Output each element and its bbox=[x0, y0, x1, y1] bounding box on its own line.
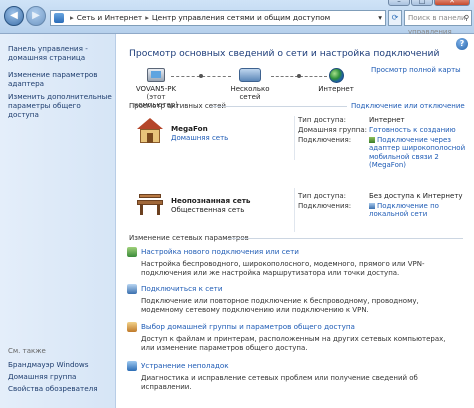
breadcrumb-current[interactable]: Центр управления сетями и общим доступом bbox=[152, 13, 330, 22]
computer-name: VOVAN5-PK bbox=[135, 85, 177, 93]
search-input[interactable]: Поиск в панели управления ⚲ bbox=[404, 10, 472, 36]
forward-button[interactable]: ▶ bbox=[26, 6, 46, 26]
connections-label: Подключения: bbox=[298, 136, 352, 144]
homegroup-icon bbox=[127, 322, 137, 332]
home-group-label: Домашняя группа: bbox=[298, 126, 368, 134]
sidebar-link-internet-options[interactable]: Свойства обозревателя bbox=[8, 384, 112, 393]
sidebar-link-adapter[interactable]: Изменение параметров адаптера bbox=[8, 70, 112, 88]
search-icon[interactable]: ⚲ bbox=[464, 11, 469, 25]
task-description: Доступ к файлам и принтерам, расположенн… bbox=[141, 335, 446, 352]
divider bbox=[227, 238, 463, 239]
sidebar-link-firewall[interactable]: Брандмауэр Windows bbox=[8, 360, 112, 369]
public-network-icon bbox=[137, 194, 163, 216]
help-icon[interactable]: ? bbox=[456, 38, 468, 50]
window-controls: – □ ✕ bbox=[388, 0, 470, 6]
task-homegroup: Выбор домашней группы и параметров общег… bbox=[127, 322, 461, 353]
task-description: Диагностика и исправление сетевых пробле… bbox=[141, 374, 418, 391]
close-button[interactable]: ✕ bbox=[434, 0, 470, 6]
sidebar: Панель управления - домашняя страница Из… bbox=[0, 34, 116, 408]
access-type-value: Без доступа к Интернету bbox=[369, 192, 463, 200]
globe-icon bbox=[328, 68, 344, 83]
see-also-label: См. также bbox=[8, 347, 46, 355]
title-address-bar: – □ ✕ ◀ ▶ ▸ Сеть и Интернет ▸ Центр управле… bbox=[0, 0, 474, 36]
access-type-value: Интернет bbox=[369, 116, 405, 124]
networks-label: Несколько сетей bbox=[230, 85, 270, 101]
connections-label: Подключения: bbox=[298, 202, 352, 210]
connect-network-icon bbox=[127, 284, 137, 294]
map-connector-dot bbox=[297, 74, 301, 78]
network-name: Неопознанная сеть bbox=[171, 196, 251, 205]
maximize-button[interactable]: □ bbox=[411, 0, 433, 6]
connection-entry[interactable]: Подключение по локальной сети bbox=[369, 202, 469, 219]
task-link[interactable]: Выбор домашней группы и параметров общег… bbox=[141, 322, 461, 331]
task-link[interactable]: Настройка нового подключения или сети bbox=[141, 247, 461, 256]
divider bbox=[294, 116, 295, 160]
home-network-icon bbox=[137, 118, 163, 144]
main-content: ? Просмотр основных сведений о сети и на… bbox=[117, 34, 474, 408]
lan-icon bbox=[369, 203, 375, 209]
address-bar[interactable]: ▸ Сеть и Интернет ▸ Центр управления сетями… bbox=[50, 10, 386, 26]
network-unidentified: Неопознанная сеть Общественная сеть Тип … bbox=[129, 188, 469, 232]
task-description: Настройка беспроводного, широкополосного… bbox=[141, 260, 425, 277]
network-name: MegaFon bbox=[171, 124, 208, 133]
map-connector-dot bbox=[199, 74, 203, 78]
control-panel-icon bbox=[54, 13, 64, 23]
network-megafon: MegaFon Домашняя сеть Тип доступа: Интер… bbox=[129, 116, 469, 169]
connection-entry[interactable]: Подключение через адаптер широкополосной… bbox=[369, 136, 469, 170]
home-group-link[interactable]: Готовность к созданию bbox=[369, 126, 469, 134]
task-link[interactable]: Устранение неполадок bbox=[141, 361, 461, 370]
sidebar-link-sharing[interactable]: Изменить дополнительные параметры общего… bbox=[8, 92, 112, 119]
map-networks[interactable]: Несколько сетей bbox=[221, 68, 279, 101]
internet-label: Интернет bbox=[318, 85, 354, 93]
full-map-link[interactable]: Просмотр полной карты bbox=[371, 66, 461, 74]
breadcrumb-separator: ▸ bbox=[70, 13, 74, 22]
task-new-connection: Настройка нового подключения или сети На… bbox=[127, 247, 461, 278]
task-link[interactable]: Подключиться к сети bbox=[141, 284, 461, 293]
access-type-label: Тип доступа: bbox=[298, 192, 347, 200]
connect-disconnect-link[interactable]: Подключение или отключение bbox=[351, 102, 465, 110]
breadcrumb-separator: ▸ bbox=[145, 13, 149, 22]
task-description: Подключение или повторное подключение к … bbox=[141, 297, 419, 314]
network-hub-icon bbox=[239, 68, 261, 82]
page-title: Просмотр основных сведений о сети и наст… bbox=[129, 48, 440, 59]
sidebar-link-home[interactable]: Панель управления - домашняя страница bbox=[8, 44, 112, 62]
connection-link[interactable]: Подключение по локальной сети bbox=[369, 202, 439, 218]
connection-link[interactable]: Подключение через адаптер широкополосной… bbox=[369, 136, 465, 169]
mobile-broadband-icon bbox=[369, 137, 375, 143]
access-type-label: Тип доступа: bbox=[298, 116, 347, 124]
search-placeholder: Поиск в панели управления bbox=[408, 14, 466, 36]
dropdown-arrow-icon[interactable]: ▾ bbox=[378, 11, 382, 25]
computer-icon bbox=[147, 68, 165, 82]
network-type: Общественная сеть bbox=[171, 206, 245, 214]
divider bbox=[294, 188, 295, 232]
map-internet[interactable]: Интернет bbox=[311, 68, 361, 93]
divider bbox=[211, 106, 347, 107]
refresh-button[interactable]: ⟳ bbox=[388, 10, 402, 26]
troubleshoot-icon bbox=[127, 361, 137, 371]
task-troubleshoot: Устранение неполадок Диагностика и испра… bbox=[127, 361, 461, 392]
sidebar-link-homegroup[interactable]: Домашняя группа bbox=[8, 372, 112, 381]
back-button[interactable]: ◀ bbox=[4, 6, 24, 26]
new-connection-icon bbox=[127, 247, 137, 257]
breadcrumb-network[interactable]: Сеть и Интернет bbox=[77, 13, 142, 22]
minimize-button[interactable]: – bbox=[388, 0, 410, 6]
task-connect-network: Подключиться к сети Подключение или повт… bbox=[127, 284, 461, 315]
network-type-link[interactable]: Домашняя сеть bbox=[171, 134, 228, 142]
